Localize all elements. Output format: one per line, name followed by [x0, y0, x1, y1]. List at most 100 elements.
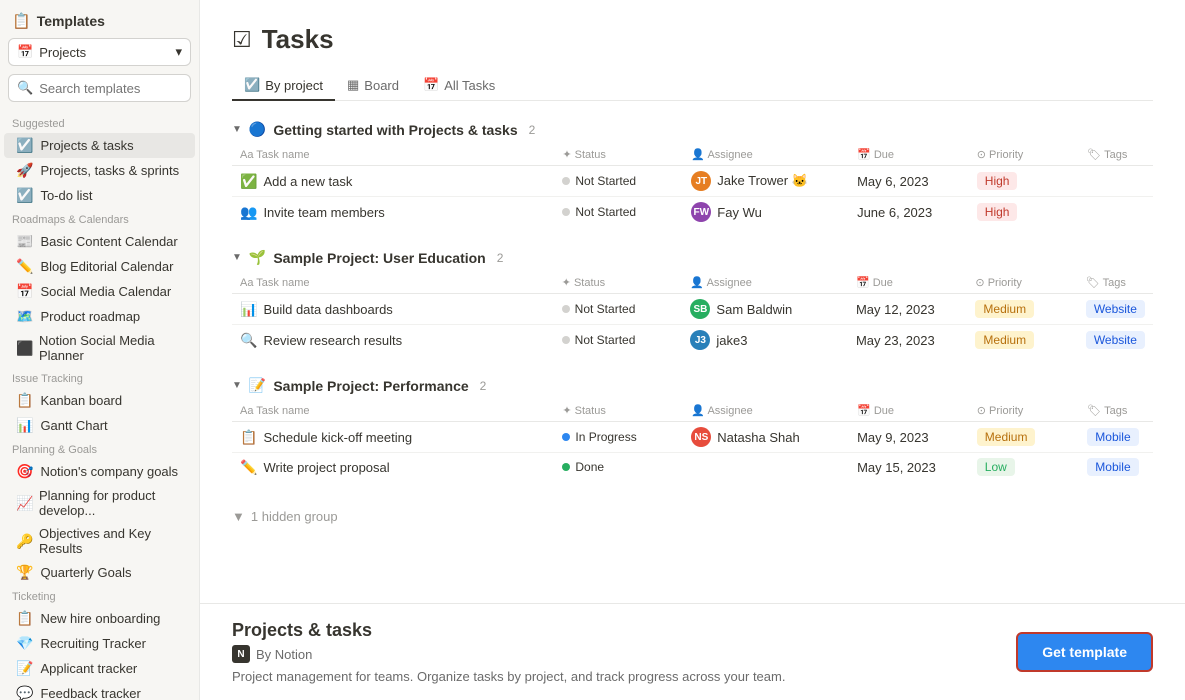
- priority-badge: Medium: [975, 331, 1034, 349]
- applicant-icon: 📝: [16, 660, 33, 677]
- avatar: JT: [691, 171, 711, 191]
- status-text: In Progress: [575, 430, 636, 444]
- col-header-taskname: Aa Task name: [232, 272, 554, 294]
- status-badge: Not Started: [562, 331, 636, 349]
- task-name-cell: 📊 Build data dashboards: [232, 294, 554, 325]
- task-name: Build data dashboards: [263, 302, 392, 317]
- project-group-header-0[interactable]: ▼ 🔵 Getting started with Projects & task…: [232, 121, 1153, 138]
- task-icon: 🔍: [240, 332, 257, 349]
- task-priority-cell: High: [969, 197, 1080, 228]
- col-header-status: ✦ Status: [554, 144, 683, 166]
- task-icon: 👥: [240, 204, 257, 221]
- sidebar: 📋 Templates 📅 Projects ▾ 🔍 Suggested ☑️ …: [0, 0, 200, 700]
- roadmaps-label: Roadmaps & Calendars: [0, 208, 199, 229]
- tab-all-tasks[interactable]: 📅 All Tasks: [411, 71, 507, 101]
- sidebar-item-projects-tasks[interactable]: ☑️ Projects & tasks: [4, 133, 195, 158]
- task-name: Invite team members: [263, 205, 384, 220]
- sidebar-item-gantt[interactable]: 📊 Gantt Chart: [4, 413, 195, 438]
- project-group-header-2[interactable]: ▼ 📝 Sample Project: Performance 2: [232, 377, 1153, 394]
- dropdown-icon: 📅: [17, 44, 33, 60]
- sidebar-item-label: Projects & tasks: [40, 138, 133, 153]
- col-header-tags: 🏷 Tags: [1079, 400, 1153, 422]
- sidebar-item-projects-sprints[interactable]: 🚀 Projects, tasks & sprints: [4, 158, 195, 183]
- sidebar-item-company-goals[interactable]: 🎯 Notion's company goals: [4, 459, 195, 484]
- col-header-assignee: 👤 Assignee: [682, 272, 848, 294]
- col-header-status: ✦ Status: [554, 272, 683, 294]
- sidebar-item-recruiting[interactable]: 💎 Recruiting Tracker: [4, 631, 195, 656]
- sprints-icon: 🚀: [16, 162, 33, 179]
- hidden-group-label: 1 hidden group: [251, 509, 338, 524]
- onboarding-icon: 📋: [16, 610, 33, 627]
- chevron-right-icon: ▼: [232, 509, 245, 524]
- sidebar-item-todo[interactable]: ☑️ To-do list: [4, 183, 195, 208]
- col-header-taskname: Aa Task name: [232, 144, 554, 166]
- all-tasks-icon: 📅: [423, 77, 439, 93]
- col-header-tags: 🏷 Tags: [1079, 144, 1153, 166]
- hidden-group[interactable]: ▼ 1 hidden group: [232, 503, 1153, 530]
- assignee-name: Fay Wu: [717, 205, 762, 220]
- tab-board[interactable]: ▦ Board: [335, 71, 411, 101]
- task-assignee-cell: [683, 453, 849, 482]
- task-status-cell: Not Started: [554, 166, 683, 197]
- sidebar-item-kanban[interactable]: 📋 Kanban board: [4, 388, 195, 413]
- footer-by-row: N By Notion: [232, 645, 785, 663]
- tab-by-project[interactable]: ☑️ By project: [232, 71, 335, 101]
- sidebar-item-applicant[interactable]: 📝 Applicant tracker: [4, 656, 195, 681]
- task-due-cell: June 6, 2023: [849, 197, 969, 228]
- sidebar-item-notion-social[interactable]: ⬛ Notion Social Media Planner: [4, 329, 195, 367]
- sidebar-item-label: Kanban board: [40, 393, 122, 408]
- footer-info: Projects & tasks N By Notion Project man…: [232, 620, 785, 684]
- sidebar-item-label: Product roadmap: [40, 309, 140, 324]
- group-icon: 📝: [249, 377, 266, 394]
- search-input[interactable]: [39, 81, 182, 96]
- project-group-2: ▼ 📝 Sample Project: Performance 2 Aa Tas…: [232, 377, 1153, 481]
- project-group-header-1[interactable]: ▼ 🌱 Sample Project: User Education 2: [232, 249, 1153, 266]
- page-title-icon: ☑: [232, 27, 252, 53]
- task-name-cell: 🔍 Review research results: [232, 325, 554, 356]
- sidebar-item-onboarding[interactable]: 📋 New hire onboarding: [4, 606, 195, 631]
- task-status-cell: Not Started: [554, 325, 683, 356]
- sidebar-item-okr[interactable]: 🔑 Objectives and Key Results: [4, 522, 195, 560]
- group-chevron: ▼: [232, 252, 242, 263]
- ticketing-label: Ticketing: [0, 585, 199, 606]
- group-name: Sample Project: Performance: [273, 378, 468, 394]
- page-title-row: ☑ Tasks: [232, 24, 1153, 55]
- table-row: ✅ Add a new task Not Started: [232, 166, 1153, 197]
- sidebar-dropdown[interactable]: 📅 Projects ▾: [8, 38, 191, 66]
- sidebar-item-quarterly-goals[interactable]: 🏆 Quarterly Goals: [4, 560, 195, 585]
- table-row: 👥 Invite team members Not Started: [232, 197, 1153, 228]
- task-priority-cell: Medium: [967, 294, 1077, 325]
- by-project-icon: ☑️: [244, 77, 260, 93]
- table-row: 📋 Schedule kick-off meeting In Progress: [232, 422, 1153, 453]
- task-due-cell: May 23, 2023: [848, 325, 967, 356]
- okr-icon: 🔑: [16, 533, 32, 550]
- col-header-due: 📅 Due: [849, 144, 969, 166]
- page-title: Tasks: [262, 24, 334, 55]
- priority-badge: Medium: [977, 428, 1036, 446]
- task-assignee-cell: JT Jake Trower 🐱: [683, 166, 849, 197]
- get-template-button[interactable]: Get template: [1016, 632, 1153, 672]
- sidebar-search[interactable]: 🔍: [8, 74, 191, 102]
- footer-description: Project management for teams. Organize t…: [232, 669, 785, 684]
- col-header-priority: ⊙ Priority: [967, 272, 1077, 294]
- sidebar-item-social-media[interactable]: 📅 Social Media Calendar: [4, 279, 195, 304]
- planning-label: Planning & Goals: [0, 438, 199, 459]
- task-priority-cell: Medium: [969, 422, 1080, 453]
- sidebar-item-basic-content[interactable]: 📰 Basic Content Calendar: [4, 229, 195, 254]
- task-status-cell: Not Started: [554, 197, 683, 228]
- status-text: Done: [575, 460, 604, 474]
- sidebar-item-product-roadmap[interactable]: 🗺️ Product roadmap: [4, 304, 195, 329]
- sidebar-item-label: Blog Editorial Calendar: [40, 259, 173, 274]
- group-chevron: ▼: [232, 380, 242, 391]
- sidebar-item-feedback[interactable]: 💬 Feedback tracker: [4, 681, 195, 700]
- status-text: Not Started: [575, 205, 636, 219]
- sidebar-item-product-planning[interactable]: 📈 Planning for product develop...: [4, 484, 195, 522]
- task-name: Schedule kick-off meeting: [263, 430, 412, 445]
- avatar: SB: [690, 299, 710, 319]
- task-due-cell: May 15, 2023: [849, 453, 969, 482]
- table-row: ✏️ Write project proposal Done May 15, 2…: [232, 453, 1153, 482]
- sidebar-item-label: Notion's company goals: [40, 464, 178, 479]
- task-assignee-cell: FW Fay Wu: [683, 197, 849, 228]
- footer-bar: Projects & tasks N By Notion Project man…: [200, 603, 1185, 700]
- sidebar-item-blog-editorial[interactable]: ✏️ Blog Editorial Calendar: [4, 254, 195, 279]
